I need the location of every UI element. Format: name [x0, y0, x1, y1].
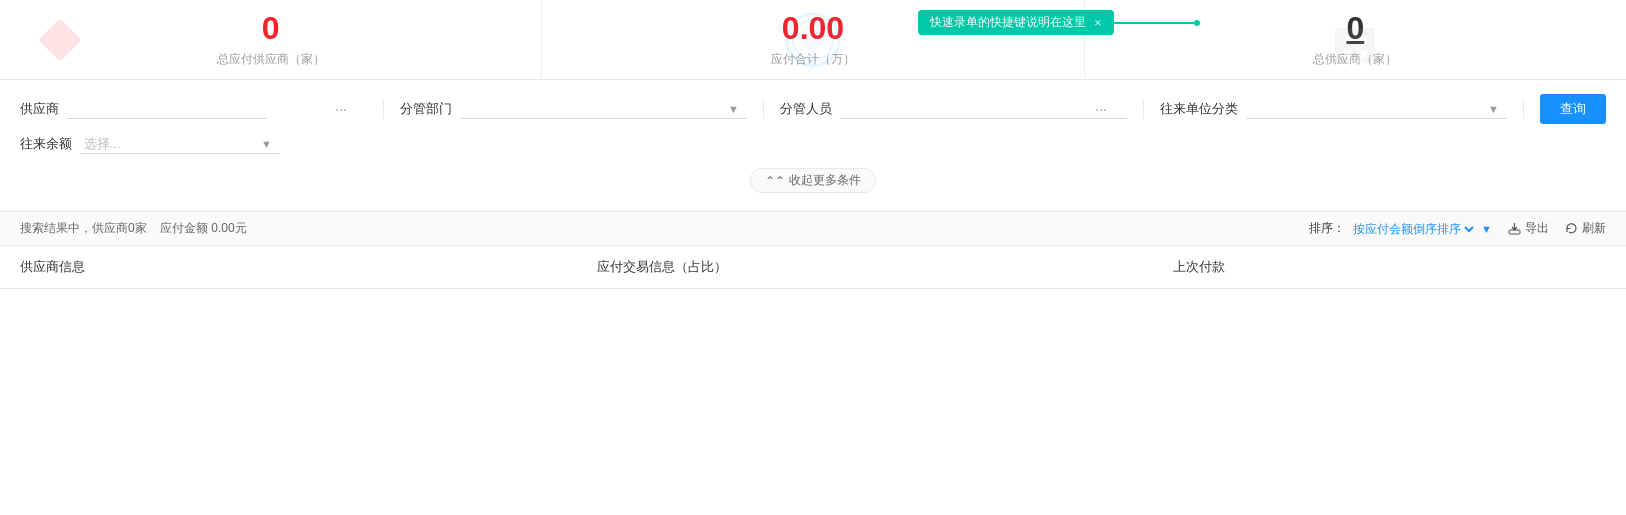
export-label: 导出	[1525, 220, 1549, 237]
results-summary: 搜索结果中，供应商0家 应付金额 0.00元	[20, 220, 247, 237]
collapse-up-icon: ⌃⌃	[765, 174, 785, 188]
results-right: 排序： 按应付会额倒序排序 ▼ 导出 刷新	[1309, 220, 1606, 237]
unit-arrow-icon[interactable]: ▼	[1488, 103, 1499, 115]
tooltip-dot	[1192, 18, 1202, 28]
top-stats: 0 总应付供应商（家） 0.00 应付合计（万） 快速录单的快捷键说明在这里 ×	[0, 0, 1626, 80]
sort-label: 排序：	[1309, 220, 1345, 237]
collapse-button[interactable]: ⌃⌃ 收起更多条件	[750, 168, 876, 193]
stat-block-total-payable: 0.00 应付合计（万） 快速录单的快捷键说明在这里 ×	[542, 0, 1084, 79]
filter-row-1: 供应商 ··· 分管部门 ▼ 分管人员 ··· 往来单位分类 ▼ 查询	[20, 94, 1606, 124]
filter-row-2: 往来余额 ▼	[20, 134, 340, 154]
person-input[interactable]	[840, 99, 1127, 119]
tooltip-close[interactable]: ×	[1094, 15, 1102, 30]
sort-select[interactable]: 按应付会额倒序排序	[1349, 221, 1477, 237]
svg-rect-8	[1359, 50, 1367, 58]
table-body	[0, 289, 1626, 515]
stat-block-payable-suppliers: 0 总应付供应商（家）	[0, 0, 542, 79]
person-more-icon[interactable]: ···	[1095, 101, 1107, 117]
building-icon	[1323, 8, 1387, 72]
results-amount: 应付金额 0.00元	[160, 221, 247, 235]
svg-rect-5	[1343, 36, 1351, 44]
refresh-label: 刷新	[1582, 220, 1606, 237]
results-bar: 搜索结果中，供应商0家 应付金额 0.00元 排序： 按应付会额倒序排序 ▼ 导…	[0, 212, 1626, 246]
unit-input[interactable]	[1246, 99, 1507, 119]
divider-3	[1143, 99, 1144, 119]
filter-unit: 往来单位分类 ▼	[1160, 99, 1507, 119]
sort-area: 排序： 按应付会额倒序排序 ▼	[1309, 220, 1492, 237]
table-header: 供应商信息 应付交易信息（占比） 上次付款	[0, 246, 1626, 289]
divider-2	[763, 99, 764, 119]
results-text: 搜索结果中，供应商0家	[20, 221, 147, 235]
collapse-bar: ⌃⌃ 收起更多条件	[20, 164, 1606, 203]
col-trade-header: 应付交易信息（占比）	[597, 258, 1174, 276]
export-button[interactable]: 导出	[1508, 220, 1549, 237]
filter-dept: 分管部门 ▼	[400, 99, 747, 119]
filter-person: 分管人员 ···	[780, 99, 1127, 119]
svg-rect-0	[39, 18, 81, 60]
dept-label: 分管部门	[400, 100, 452, 118]
payable-suppliers-num: 0	[262, 11, 280, 46]
tooltip-text: 快速录单的快捷键说明在这里	[930, 14, 1086, 31]
search-button[interactable]: 查询	[1540, 94, 1606, 124]
coin-icon	[781, 8, 845, 72]
export-icon	[1508, 222, 1521, 235]
svg-rect-7	[1343, 50, 1351, 58]
supplier-input[interactable]	[67, 99, 267, 119]
tooltip-bubble: 快速录单的快捷键说明在这里 ×	[918, 10, 1114, 35]
divider-4	[1523, 99, 1524, 119]
sort-arrow-icon: ▼	[1481, 223, 1492, 235]
unit-label: 往来单位分类	[1160, 100, 1238, 118]
filter-area: 供应商 ··· 分管部门 ▼ 分管人员 ··· 往来单位分类 ▼ 查询	[0, 80, 1626, 212]
refresh-icon	[1565, 222, 1578, 235]
svg-rect-6	[1359, 36, 1367, 44]
col-last-header: 上次付款	[1173, 258, 1606, 276]
payable-suppliers-label: 总应付供应商（家）	[217, 51, 325, 68]
balance-arrow-icon[interactable]: ▼	[261, 138, 272, 150]
filter-balance: ▼	[80, 134, 280, 154]
dept-input[interactable]	[460, 99, 747, 119]
diamond-icon	[30, 10, 90, 70]
col-supplier-header: 供应商信息	[20, 258, 597, 276]
supplier-label: 供应商	[20, 100, 59, 118]
balance-input[interactable]	[80, 134, 280, 154]
filter-supplier: 供应商 ···	[20, 99, 367, 119]
stat-block-total-suppliers: 0 总供应商（家）	[1085, 0, 1626, 79]
svg-rect-4	[1335, 28, 1375, 63]
collapse-label: 收起更多条件	[789, 172, 861, 189]
dept-arrow-icon[interactable]: ▼	[728, 103, 739, 115]
svg-rect-9	[1349, 58, 1361, 63]
supplier-more-icon[interactable]: ···	[335, 101, 347, 117]
person-label: 分管人员	[780, 100, 832, 118]
balance-label: 往来余额	[20, 135, 72, 153]
refresh-button[interactable]: 刷新	[1565, 220, 1606, 237]
divider-1	[383, 99, 384, 119]
